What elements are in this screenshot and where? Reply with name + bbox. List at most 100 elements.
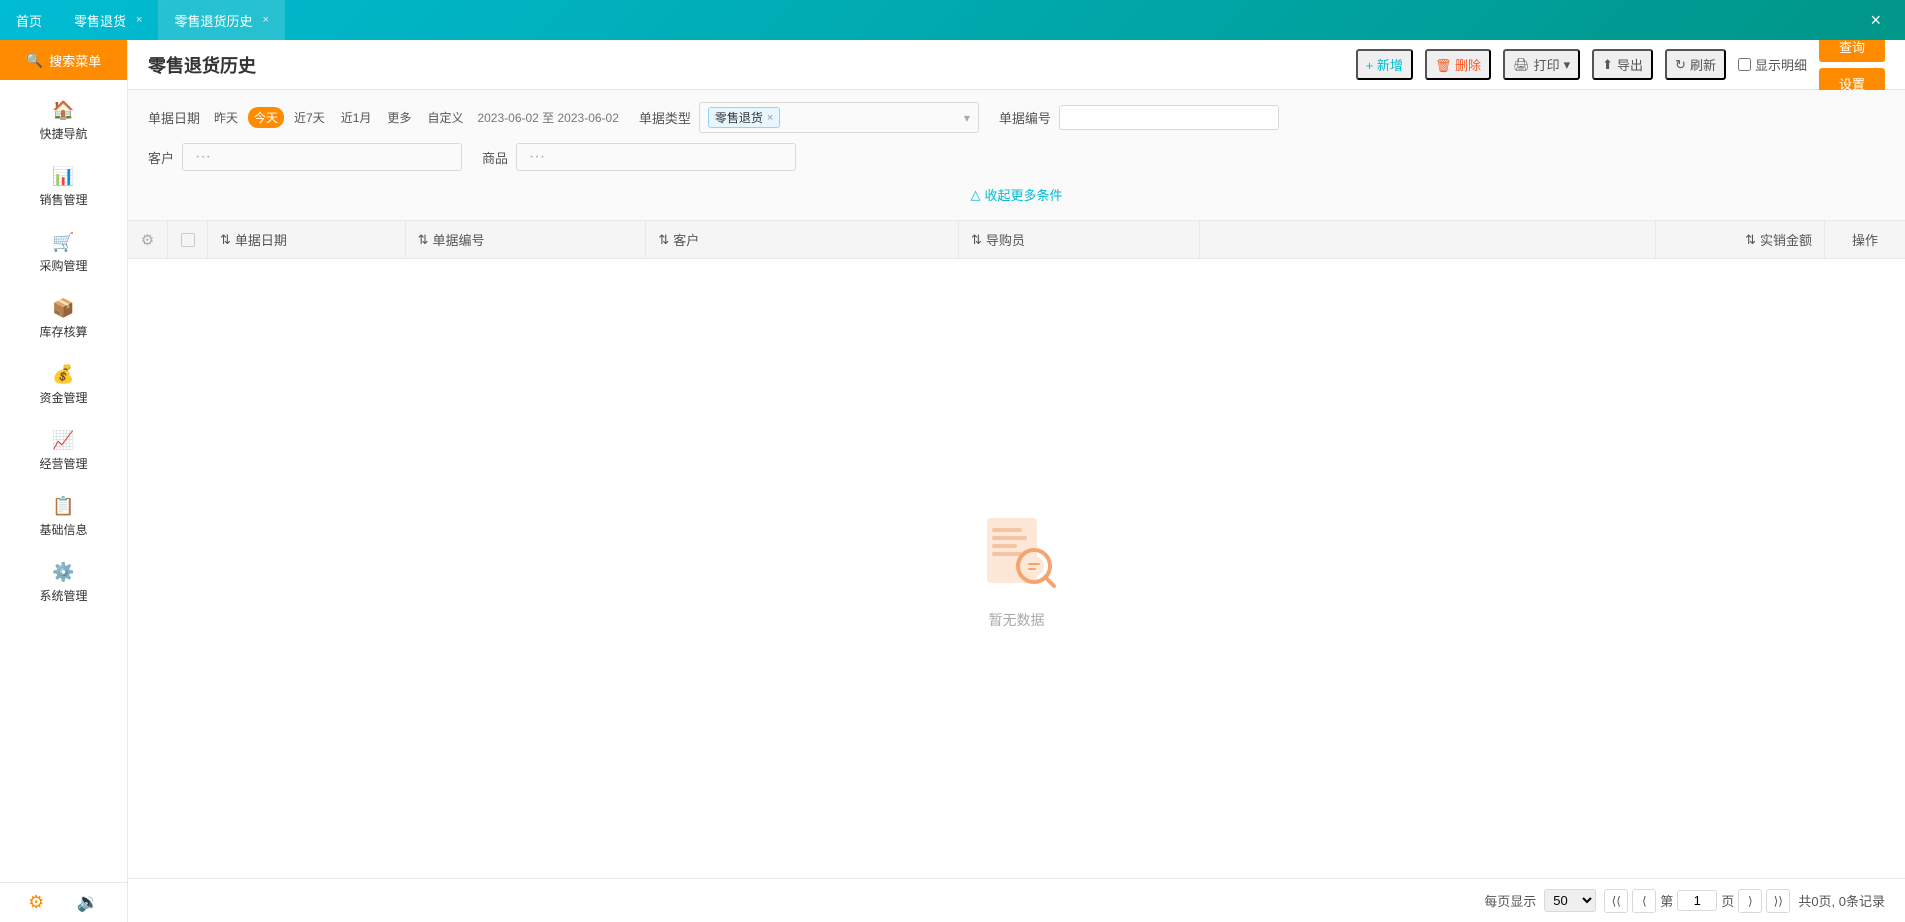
first-page-button[interactable]: ⟨⟨ xyxy=(1604,889,1628,913)
window-close-icon[interactable]: × xyxy=(1862,10,1889,31)
per-page-select[interactable]: 10 20 50 100 xyxy=(1544,889,1596,912)
table-header: ⚙ ⇅ 单据日期 ⇅ 单据编号 ⇅ 客户 ⇅ xyxy=(128,221,1905,259)
sidebar-item-system-label: 系统管理 xyxy=(39,587,87,604)
goods-input[interactable]: ··· xyxy=(516,143,796,171)
sidebar-search[interactable]: 🔍 搜索菜单 xyxy=(0,40,127,80)
doc-no-input[interactable] xyxy=(1059,105,1279,130)
doc-type-filter-group: 单据类型 零售退货 × ▾ xyxy=(639,102,979,133)
sidebar-item-basic-info[interactable]: 📋 基础信息 xyxy=(0,484,127,550)
th-docno[interactable]: ⇅ 单据编号 xyxy=(406,221,647,258)
th-customer-label: 客户 xyxy=(673,230,699,249)
refresh-button[interactable]: ↻ 刷新 xyxy=(1665,49,1726,80)
select-all-checkbox[interactable] xyxy=(181,233,195,247)
sidebar-item-finance[interactable]: 💰 资金管理 xyxy=(0,352,127,418)
sidebar-item-purchase-mgmt-label: 采购管理 xyxy=(39,257,87,274)
finance-icon: 💰 xyxy=(52,364,74,385)
next-page-button[interactable]: ⟩ xyxy=(1738,889,1762,913)
main-layout: 🔍 搜索菜单 🏠 快捷导航 📊 销售管理 🛒 采购管理 📦 库存核算 💰 xyxy=(0,40,1905,922)
tab-retail-return-history-close[interactable]: × xyxy=(262,14,268,26)
sidebar-item-operations[interactable]: 📈 经营管理 xyxy=(0,418,127,484)
doc-no-label: 单据编号 xyxy=(999,108,1051,127)
collapse-button[interactable]: △ 收起更多条件 xyxy=(958,181,1074,208)
th-docno-label: 单据编号 xyxy=(433,230,485,249)
customer-input[interactable]: ··· xyxy=(182,143,462,171)
sidebar-item-quick-nav[interactable]: 🏠 快捷导航 xyxy=(0,88,127,154)
custom-shortcut[interactable]: 自定义 xyxy=(421,107,469,128)
goods-filter-group: 商品 ··· xyxy=(482,143,796,171)
table-area: ⚙ ⇅ 单据日期 ⇅ 单据编号 ⇅ 客户 ⇅ xyxy=(128,221,1905,878)
show-detail-checkbox[interactable] xyxy=(1738,58,1751,71)
search-icon: 🔍 xyxy=(26,52,43,69)
last-page-button[interactable]: ⟩⟩ xyxy=(1766,889,1790,913)
top-bar: 首页 零售退货 × 零售退货历史 × × xyxy=(0,0,1905,40)
th-guide-label: 导购员 xyxy=(986,230,1025,249)
th-guide-icon: ⇅ xyxy=(971,232,982,248)
th-guide[interactable]: ⇅ 导购员 xyxy=(959,221,1200,258)
month-shortcut[interactable]: 近1月 xyxy=(335,107,378,128)
week-shortcut[interactable]: 近7天 xyxy=(288,107,331,128)
volume-footer-icon[interactable]: 🔉 xyxy=(76,892,98,913)
print-dropdown-icon: ▾ xyxy=(1564,57,1571,73)
doc-type-tag-remove[interactable]: × xyxy=(767,112,773,124)
print-button[interactable]: 🖨 🖨 打印 打印 ▾ xyxy=(1503,49,1580,80)
doc-type-dropdown-icon[interactable]: ▾ xyxy=(964,111,970,125)
th-date-icon: ⇅ xyxy=(220,232,231,248)
new-button[interactable]: + 新增 xyxy=(1356,49,1413,80)
page-label-prefix: 第 xyxy=(1660,891,1673,910)
tab-retail-return-close[interactable]: × xyxy=(136,14,142,26)
th-amount-icon: ⇅ xyxy=(1745,232,1756,248)
show-detail-label-text: 显示明细 xyxy=(1755,55,1807,74)
query-button[interactable]: 查询 xyxy=(1819,40,1885,62)
today-shortcut[interactable]: 今天 xyxy=(248,107,284,128)
page-title: 零售退货历史 xyxy=(148,52,256,78)
customer-filter-group: 客户 ··· xyxy=(148,143,462,171)
purchase-mgmt-icon: 🛒 xyxy=(52,232,74,253)
date-shortcuts: 昨天 今天 近7天 近1月 更多 自定义 xyxy=(208,107,469,128)
sidebar-search-label: 搜索菜单 xyxy=(49,51,101,70)
customer-ellipsis[interactable]: ··· xyxy=(191,148,215,166)
date-range-display: 2023-06-02 至 2023-06-02 xyxy=(477,109,618,126)
th-customer[interactable]: ⇅ 客户 xyxy=(646,221,959,258)
empty-state: 暂无数据 xyxy=(128,259,1905,878)
sidebar-item-inventory-label: 库存核算 xyxy=(39,323,87,340)
export-button[interactable]: ⬆ 导出 xyxy=(1592,49,1653,80)
sidebar-footer: ⚙ 🔉 xyxy=(0,882,127,922)
sidebar-item-quick-nav-label: 快捷导航 xyxy=(39,125,87,142)
th-checkbox[interactable] xyxy=(168,221,208,258)
tab-home-label: 首页 xyxy=(16,11,42,30)
sidebar-item-system[interactable]: ⚙️ 系统管理 xyxy=(0,550,127,616)
sales-mgmt-icon: 📊 xyxy=(52,166,74,187)
page-total: 共0页, 0条记录 xyxy=(1798,891,1885,910)
prev-page-button[interactable]: ⟨ xyxy=(1632,889,1656,913)
sidebar-item-sales-mgmt-label: 销售管理 xyxy=(39,191,87,208)
th-customer-icon: ⇅ xyxy=(658,232,669,248)
tab-retail-return[interactable]: 零售退货 × xyxy=(58,0,158,40)
sidebar-item-purchase-mgmt[interactable]: 🛒 采购管理 xyxy=(0,220,127,286)
sidebar-item-inventory[interactable]: 📦 库存核算 xyxy=(0,286,127,352)
print-icon: 🖨 xyxy=(1513,57,1530,73)
table-settings-icon[interactable]: ⚙ xyxy=(141,231,154,249)
page-input[interactable] xyxy=(1677,890,1717,911)
doc-type-input[interactable]: 零售退货 × ▾ xyxy=(699,102,979,133)
collapse-label: 收起更多条件 xyxy=(984,185,1062,204)
more-shortcut[interactable]: 更多 xyxy=(381,107,417,128)
delete-button[interactable]: 🗑 删除 xyxy=(1425,49,1491,80)
th-date[interactable]: ⇅ 单据日期 xyxy=(208,221,406,258)
tab-home[interactable]: 首页 xyxy=(0,0,58,40)
th-op-label: 操作 xyxy=(1852,230,1878,249)
inventory-icon: 📦 xyxy=(52,298,74,319)
tab-retail-return-history[interactable]: 零售退货历史 × xyxy=(158,0,284,40)
th-amount[interactable]: ⇅ 实销金额 xyxy=(1656,221,1825,258)
yesterday-shortcut[interactable]: 昨天 xyxy=(208,107,244,128)
goods-ellipsis[interactable]: ··· xyxy=(525,148,549,166)
show-detail-toggle[interactable]: 显示明细 xyxy=(1738,55,1807,74)
operations-icon: 📈 xyxy=(52,430,74,451)
page-header: 零售退货历史 + 新增 🗑 删除 🖨 🖨 打印 打印 ▾ ⬆ 导出 ↻ 刷新 xyxy=(128,40,1905,90)
per-page-label: 每页显示 xyxy=(1484,891,1536,910)
sidebar-item-sales-mgmt[interactable]: 📊 销售管理 xyxy=(0,154,127,220)
th-docno-icon: ⇅ xyxy=(418,232,429,248)
settings-footer-icon[interactable]: ⚙ xyxy=(28,892,44,913)
th-settings: ⚙ xyxy=(128,221,168,258)
filter-row-1: 单据日期 昨天 今天 近7天 近1月 更多 自定义 2023-06-02 至 2… xyxy=(148,102,1885,133)
customer-label: 客户 xyxy=(148,148,174,167)
